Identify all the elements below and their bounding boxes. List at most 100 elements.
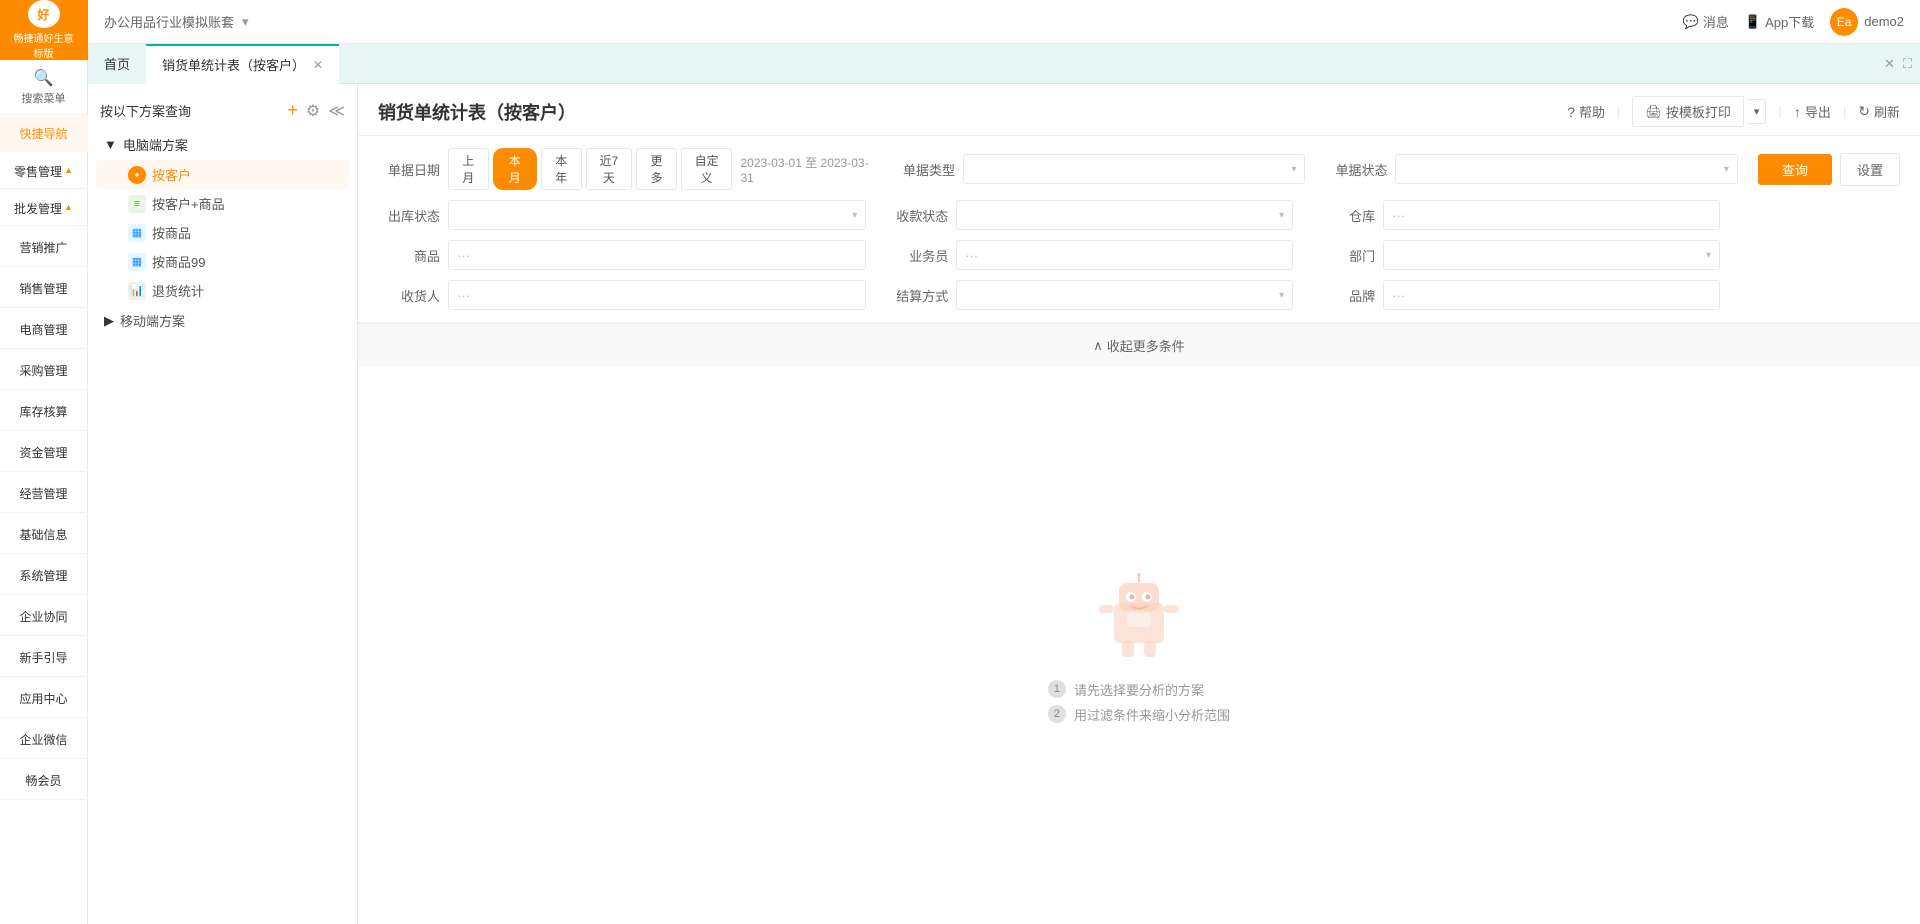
sidebar-item-management-label: 经营管理 <box>19 485 67 502</box>
sidebar-item-retail[interactable]: 零售管理 ▲ <box>0 152 88 189</box>
salesman-select[interactable]: ··· <box>956 240 1293 270</box>
goods-label: 商品 <box>378 246 448 265</box>
query-button[interactable]: 查询 <box>1758 154 1832 185</box>
tree-child-by-customer[interactable]: ● 按客户 <box>96 160 349 189</box>
edit-scheme-icon[interactable]: ⚙ <box>306 101 320 121</box>
order-status-label: 单据状态 <box>1325 160 1395 179</box>
sidebar-item-purchase-label: 采购管理 <box>19 362 67 379</box>
sidebar-logo: 好 畅捷通好生意 标版 <box>0 0 88 60</box>
app-download-label: App下载 <box>1765 12 1814 31</box>
print-icon: 🖨 <box>1645 104 1662 120</box>
tab-home[interactable]: 首页 <box>88 44 146 84</box>
out-status-arrow-icon: ▾ <box>852 210 857 221</box>
sidebar-item-ecommerce[interactable]: 电商管理 <box>0 308 88 349</box>
separator-1: | <box>1617 104 1620 119</box>
sidebar-item-member-label: 畅会员 <box>25 772 61 789</box>
order-status-arrow-icon: ▾ <box>1724 164 1729 175</box>
tree-child-return-stats-label: 退货统计 <box>152 281 204 300</box>
empty-hints: 1 请先选择要分析的方案 2 用过滤条件来缩小分析范围 <box>1048 680 1230 724</box>
sidebar-item-marketing-label: 营销推广 <box>19 239 67 256</box>
hint-1-number: 1 <box>1048 680 1066 698</box>
sidebar-item-member[interactable]: 畅会员 <box>0 759 88 800</box>
payment-status-select[interactable]: ▾ <box>956 200 1293 230</box>
sidebar-item-wechat-label: 企业微信 <box>19 731 67 748</box>
sidebar-item-marketing[interactable]: 营销推广 <box>0 226 88 267</box>
tree-child-by-goods-99[interactable]: ▦ 按商品99 <box>96 247 349 276</box>
sidebar-item-sales[interactable]: 销售管理 <box>0 267 88 308</box>
sidebar-item-inventory[interactable]: 库存核算 <box>0 390 88 431</box>
tree-desktop-parent[interactable]: ▼ 电脑端方案 <box>96 129 349 160</box>
brand-dots: ··· <box>1392 288 1405 303</box>
date-label: 单据日期 <box>378 160 448 179</box>
date-btn-this-month[interactable]: 本月 <box>493 148 538 190</box>
app-download-button[interactable]: 📱 App下载 <box>1745 12 1814 31</box>
refresh-icon: ↻ <box>1858 103 1870 120</box>
help-button[interactable]: ? 帮助 <box>1567 102 1605 121</box>
refresh-button[interactable]: ↻ 刷新 <box>1858 102 1900 121</box>
tree-mobile-parent[interactable]: ▶ 移动端方案 <box>96 305 349 336</box>
date-btn-more[interactable]: 更多 <box>636 148 677 190</box>
sidebar-item-appcenter[interactable]: 应用中心 <box>0 677 88 718</box>
right-panel: 销货单统计表（按客户） ? 帮助 | 🖨 按模板打印 ▾ | <box>358 84 1920 924</box>
export-icon: ↑ <box>1794 104 1801 120</box>
sidebar-item-management[interactable]: 经营管理 <box>0 472 88 513</box>
date-btn-this-year[interactable]: 本年 <box>541 148 582 190</box>
sidebar-item-system[interactable]: 系统管理 <box>0 554 88 595</box>
tab-home-label: 首页 <box>104 54 130 73</box>
export-button[interactable]: ↑ 导出 <box>1794 102 1831 121</box>
collapse-button[interactable]: ∧ 收起更多条件 <box>1087 330 1191 361</box>
print-dropdown-button[interactable]: ▾ <box>1748 99 1767 124</box>
sidebar-item-inventory-label: 库存核算 <box>19 403 67 420</box>
collapse-up-icon: ∧ <box>1093 338 1103 354</box>
order-status-select[interactable]: ▾ <box>1395 154 1737 184</box>
sidebar-item-enterprise[interactable]: 企业协同 <box>0 595 88 636</box>
sidebar-item-finance[interactable]: 资金管理 <box>0 431 88 472</box>
search-menu-label: 搜索菜单 <box>22 90 66 106</box>
tree-child-by-customer-goods[interactable]: ≡ 按客户+商品 <box>96 189 349 218</box>
empty-robot-svg <box>1089 573 1189 663</box>
department-select[interactable]: ▾ <box>1383 240 1720 270</box>
tree-child-return-stats[interactable]: 📊 退货统计 <box>96 276 349 305</box>
order-type-arrow-icon: ▾ <box>1291 164 1296 175</box>
brand-select[interactable]: ··· <box>1383 280 1720 310</box>
date-range-text: 2023-03-01 至 2023-03-31 <box>740 154 873 185</box>
receiver-select[interactable]: ··· <box>448 280 866 310</box>
department-label: 部门 <box>1313 246 1383 265</box>
tree-desktop-label: 电脑端方案 <box>123 135 188 154</box>
quick-nav-item[interactable]: 快捷导航 <box>0 115 88 152</box>
collapse-panel-icon[interactable]: ≪ <box>328 101 345 121</box>
title-actions: ? 帮助 | 🖨 按模板打印 ▾ | ↑ 导出 <box>1567 96 1900 127</box>
tab-sales-statistics[interactable]: 销货单统计表（按客户） ✕ <box>146 44 339 84</box>
tree-child-by-goods[interactable]: ▦ 按商品 <box>96 218 349 247</box>
sidebar-item-wholesale[interactable]: 批发管理 ▲ <box>0 189 88 226</box>
maximize-icon[interactable]: ⛶ <box>1903 56 1912 72</box>
sidebar-item-wechat[interactable]: 企业微信 <box>0 718 88 759</box>
date-btn-custom[interactable]: 自定义 <box>681 148 733 190</box>
empty-hint-2: 2 用过滤条件来缩小分析范围 <box>1048 705 1230 724</box>
payment-method-select[interactable]: ▾ <box>956 280 1293 310</box>
print-button[interactable]: 🖨 按模板打印 <box>1632 96 1744 127</box>
hint-2-text: 用过滤条件来缩小分析范围 <box>1074 705 1230 724</box>
warehouse-select[interactable]: ··· <box>1383 200 1720 230</box>
search-menu-item[interactable]: 🔍 搜索菜单 <box>0 60 88 115</box>
out-status-select[interactable]: ▾ <box>448 200 866 230</box>
sidebar-item-purchase[interactable]: 采购管理 <box>0 349 88 390</box>
empty-hint-1: 1 请先选择要分析的方案 <box>1048 680 1230 699</box>
goods-select[interactable]: ··· <box>448 240 866 270</box>
tab-close-icon[interactable]: ✕ <box>313 58 323 72</box>
date-btn-last-month[interactable]: 上月 <box>448 148 489 190</box>
close-window-icon[interactable]: ✕ <box>1884 56 1895 72</box>
add-scheme-button[interactable]: + <box>287 100 298 121</box>
message-button[interactable]: 💬 消息 <box>1683 12 1729 31</box>
date-filter-group: 上月 本月 本年 近7天 更多 自定义 2023-03-01 至 2023-03… <box>448 148 873 190</box>
sidebar-item-basic[interactable]: 基础信息 <box>0 513 88 554</box>
left-panel: 按以下方案查询 + ⚙ ≪ ▼ 电脑端方案 ● 按客户 <box>88 84 358 924</box>
sidebar-item-newbie[interactable]: 新手引导 <box>0 636 88 677</box>
hint-2-number: 2 <box>1048 705 1066 723</box>
warehouse-dots: ··· <box>1392 208 1405 223</box>
user-profile-button[interactable]: Ea demo2 <box>1830 8 1904 36</box>
setting-button[interactable]: 设置 <box>1840 153 1900 186</box>
date-btn-last-7-days[interactable]: 近7天 <box>586 148 633 190</box>
order-type-select[interactable]: ▾ <box>963 154 1305 184</box>
account-dropdown-icon[interactable]: ▾ <box>242 14 249 30</box>
